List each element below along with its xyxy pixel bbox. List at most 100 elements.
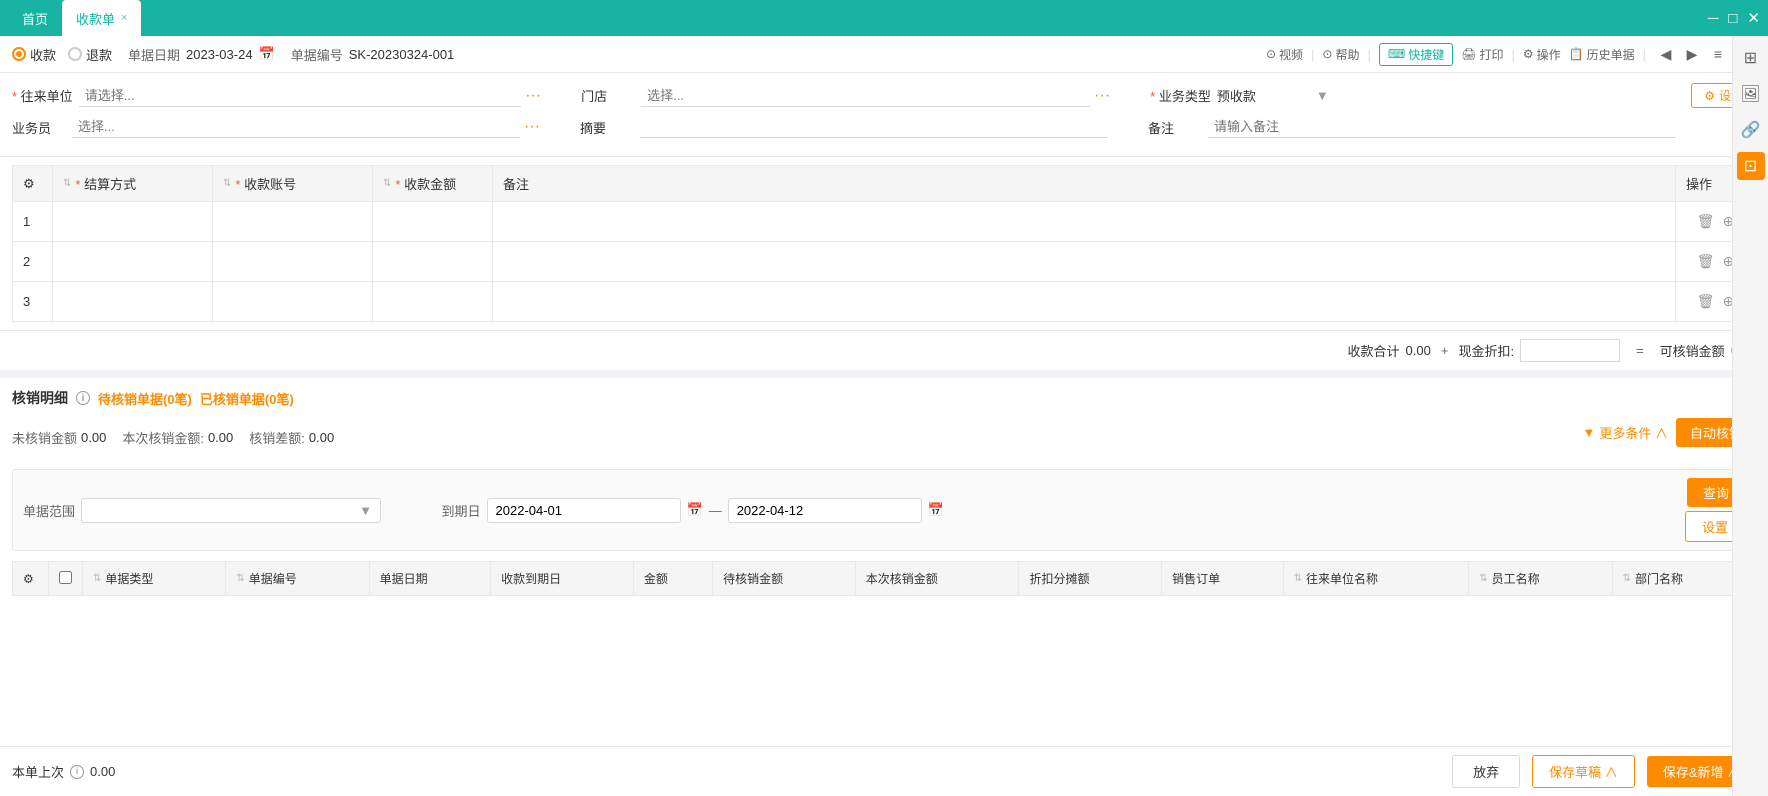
row-remark-2[interactable] — [493, 242, 1676, 282]
th-settlement: ⇅ 结算方式 — [53, 166, 213, 202]
save-draft-label: 保存草稿 ∧ — [1549, 762, 1618, 781]
done-tab[interactable]: 已核销单据(0笔) — [200, 389, 294, 408]
bth-current: 本次核销金额 — [855, 562, 1019, 596]
win-max-icon[interactable]: □ — [1728, 10, 1737, 27]
video-action[interactable]: ⊙ 视频 — [1266, 46, 1303, 63]
row-amount-1[interactable] — [373, 202, 493, 242]
more-conditions-btn[interactable]: ▼ 更多条件 ∧ — [1582, 423, 1668, 442]
bth-checkbox[interactable] — [49, 562, 83, 596]
row-settlement-3[interactable] — [53, 282, 213, 322]
counterparty-more-icon[interactable]: ··· — [525, 87, 541, 105]
layout-prev-btn[interactable]: ◀ — [1654, 42, 1678, 66]
refund-radio-item[interactable]: 退款 — [68, 45, 112, 64]
pending-tab[interactable]: 待核销单据(0笔) — [98, 389, 192, 408]
panel-link-icon[interactable]: 🔗 — [1737, 116, 1765, 144]
range-select-wrapper: ▼ — [81, 498, 381, 523]
th-settings[interactable]: ⚙ — [13, 166, 53, 202]
row-account-2[interactable] — [213, 242, 373, 282]
calendar-to-icon[interactable]: 📅 — [928, 502, 944, 518]
panel-scan-icon[interactable]: ⊡ — [1737, 152, 1765, 180]
history-action[interactable]: 📋 历史单据 — [1569, 46, 1635, 63]
toolbar-actions: ⊙ 视频 | ⊙ 帮助 | ⌨ 快捷键 🖨 打印 | ⚙ 操作 — [1266, 42, 1756, 66]
receipt-table: ⚙ ⇅ 结算方式 ⇅ 收款账号 — [12, 165, 1756, 322]
layout-list-btn[interactable]: ≡ — [1706, 42, 1730, 66]
plus-sign: + — [1441, 343, 1449, 358]
salesman-input[interactable] — [72, 116, 520, 138]
pending-tabs: 待核销单据(0笔) 已核销单据(0笔) — [98, 389, 294, 408]
print-action[interactable]: 🖨 打印 — [1461, 46, 1503, 63]
row-amount-2[interactable] — [373, 242, 493, 282]
ops-action[interactable]: ⚙ 操作 — [1523, 46, 1561, 63]
bth-doc-type: ⇅单据类型 — [83, 562, 226, 596]
note-input[interactable] — [1208, 116, 1676, 138]
help-action[interactable]: ⊙ 帮助 — [1322, 46, 1359, 63]
date-to-input[interactable] — [728, 498, 922, 523]
row-delete-1[interactable]: 🗑 — [1697, 213, 1715, 230]
store-input[interactable] — [641, 85, 1090, 107]
biz-type-dropdown-icon[interactable]: ▼ — [1316, 88, 1329, 103]
discard-button[interactable]: 放弃 — [1452, 755, 1520, 788]
layout-next-btn[interactable]: ▶ — [1680, 42, 1704, 66]
info-icon[interactable]: i — [70, 765, 84, 779]
receipt-tab[interactable]: 收款单 × — [62, 0, 141, 36]
video-icon: ⊙ — [1266, 47, 1276, 61]
close-tab-icon[interactable]: × — [121, 12, 127, 24]
receipt-radio-item[interactable]: 收款 — [12, 45, 56, 64]
row-account-1[interactable] — [213, 202, 373, 242]
receipt-radio-dot — [12, 47, 26, 61]
summary-input[interactable] — [640, 116, 1108, 138]
bth-amount: 金额 — [633, 562, 712, 596]
bth-discount: 折扣分摊额 — [1019, 562, 1162, 596]
row-remark-1[interactable] — [493, 202, 1676, 242]
receipt-radio-label: 收款 — [30, 45, 56, 64]
current-value: 0.00 — [208, 430, 233, 445]
win-close-icon[interactable]: ✕ — [1747, 9, 1760, 27]
row-delete-3[interactable]: 🗑 — [1697, 293, 1715, 310]
date-field: 单据日期 2023-03-24 📅 — [128, 45, 275, 64]
calendar-icon[interactable]: 📅 — [259, 46, 275, 62]
equal-sign: = — [1636, 343, 1644, 358]
select-all-checkbox[interactable] — [59, 571, 72, 584]
store-more-icon[interactable]: ··· — [1094, 87, 1110, 105]
panel-image-icon[interactable]: 🖼 — [1737, 80, 1765, 108]
table-settings-icon[interactable]: ⚙ — [23, 176, 35, 191]
shortcut-action[interactable]: ⌨ 快捷键 — [1379, 43, 1453, 66]
writeoff-info-icon[interactable]: i — [76, 391, 90, 405]
save-draft-button[interactable]: 保存草稿 ∧ — [1532, 755, 1635, 788]
filter-icon: ▼ — [1582, 425, 1595, 440]
total-value: 0.00 — [1406, 343, 1431, 358]
salesman-more-icon[interactable]: ··· — [524, 118, 540, 136]
panel-table-icon[interactable]: ⊞ — [1737, 44, 1765, 72]
salesman-field: 业务员 ··· — [12, 116, 540, 138]
doc-no-field: 单据编号 SK-20230324-001 — [291, 45, 455, 64]
home-tab[interactable]: 首页 — [8, 0, 62, 36]
summary-label: 摘要 — [580, 118, 640, 137]
win-min-icon[interactable]: ─ — [1708, 10, 1719, 27]
row-remark-3[interactable] — [493, 282, 1676, 322]
row-settlement-2[interactable] — [53, 242, 213, 282]
history-label: 历史单据 — [1587, 46, 1635, 63]
row-delete-2[interactable]: 🗑 — [1697, 253, 1715, 270]
counterparty-input[interactable] — [79, 85, 521, 107]
filter-row: 单据范围 ▼ 到期日 📅 — 📅 查询 设置 — [12, 469, 1756, 551]
biz-type-field: 业务类型 预收款 ▼ — [1150, 86, 1679, 105]
summary-field: 摘要 — [580, 116, 1108, 138]
date-range-dash: — — [709, 503, 722, 518]
date-label: 单据日期 — [128, 45, 180, 64]
range-dropdown-icon[interactable]: ▼ — [359, 503, 372, 518]
unreconciled-value: 0.00 — [81, 430, 106, 445]
date-from-input[interactable] — [487, 498, 681, 523]
shortcut-label: 快捷键 — [1408, 46, 1444, 63]
cash-discount-input[interactable] — [1520, 339, 1620, 362]
writeoff-stats: 未核销金额 0.00 本次核销金额: 0.00 核销差额: 0.00 ▼ 更多条… — [12, 418, 1756, 457]
row-amount-3[interactable] — [373, 282, 493, 322]
row-account-3[interactable] — [213, 282, 373, 322]
row-no-1: 1 — [13, 202, 53, 242]
right-panel: ⊞ 🖼 🔗 ⊡ — [1732, 36, 1768, 796]
more-conditions-label: 更多条件 ∧ — [1599, 423, 1668, 442]
row-settlement-1[interactable] — [53, 202, 213, 242]
calendar-from-icon[interactable]: 📅 — [687, 502, 703, 518]
bth-settings[interactable]: ⚙ — [13, 562, 49, 596]
date-range: 📅 — 📅 — [487, 498, 944, 523]
ops-label: 操作 — [1537, 46, 1561, 63]
